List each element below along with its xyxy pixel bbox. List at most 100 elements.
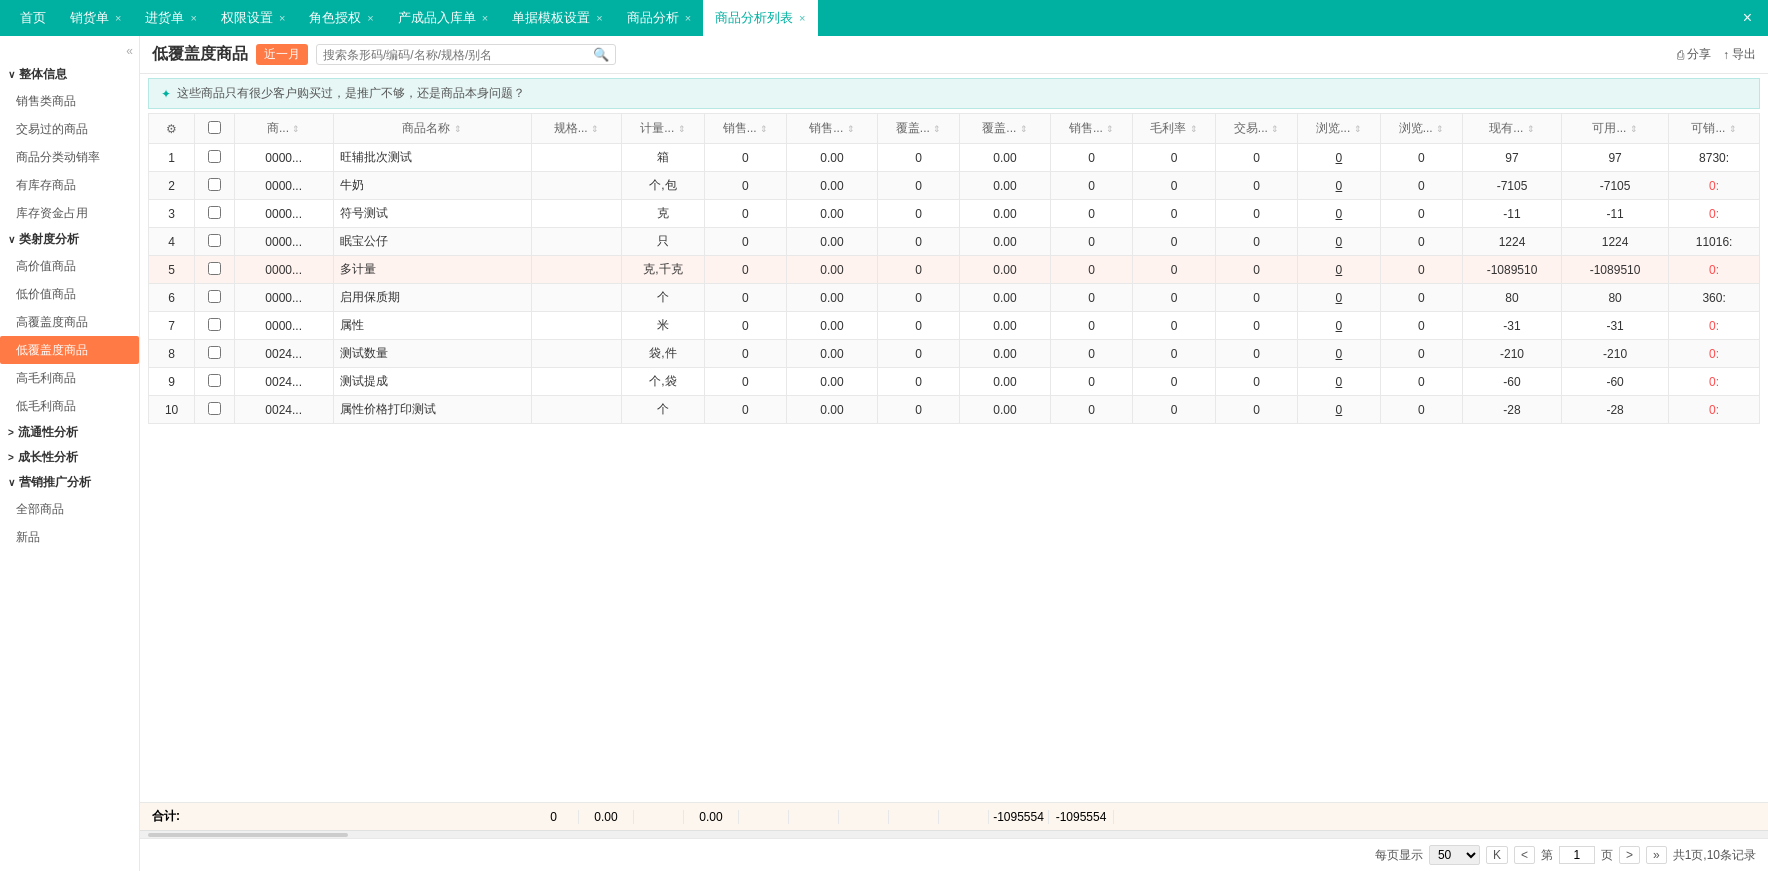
- close-icon[interactable]: ×: [190, 12, 196, 24]
- sidebar-item-high-margin[interactable]: 高毛利商品: [0, 364, 139, 392]
- row-checkbox[interactable]: [195, 256, 235, 284]
- sidebar-item-low-margin[interactable]: 低毛利商品: [0, 392, 139, 420]
- sidebar-item-traded-goods[interactable]: 交易过的商品: [0, 115, 139, 143]
- row-num: 7: [149, 312, 195, 340]
- sidebar-section-circulation[interactable]: > 流通性分析: [0, 420, 139, 445]
- row-checkbox[interactable]: [195, 340, 235, 368]
- code-column-header[interactable]: 商... ⇕: [234, 114, 333, 144]
- total-available: -1095554: [1049, 810, 1114, 824]
- close-icon[interactable]: ×: [279, 12, 285, 24]
- page-size-select[interactable]: 50 100 200: [1429, 845, 1480, 865]
- export-button[interactable]: ↑ 导出: [1723, 46, 1756, 63]
- prev-page-button[interactable]: <: [1514, 846, 1535, 864]
- sidebar-item-low-value[interactable]: 低价值商品: [0, 280, 139, 308]
- sidebar-item-all-goods[interactable]: 全部商品: [0, 495, 139, 523]
- next-page-button[interactable]: >: [1619, 846, 1640, 864]
- sidebar-section-marketing[interactable]: ∨ 营销推广分析: [0, 470, 139, 495]
- sidebar-section-coverage[interactable]: ∨ 类射度分析: [0, 227, 139, 252]
- last-page-button[interactable]: »: [1646, 846, 1667, 864]
- sidebar-item-high-value[interactable]: 高价值商品: [0, 252, 139, 280]
- cov1-column-header[interactable]: 覆盖... ⇕: [877, 114, 959, 144]
- trans-column-header[interactable]: 交易... ⇕: [1215, 114, 1297, 144]
- horizontal-scrollbar[interactable]: [148, 833, 348, 837]
- available-column-header[interactable]: 可用... ⇕: [1561, 114, 1668, 144]
- browse-link[interactable]: 0: [1336, 403, 1343, 417]
- nav-permission-settings[interactable]: 权限设置 ×: [209, 0, 297, 36]
- browse-link[interactable]: 0: [1336, 151, 1343, 165]
- row-checkbox[interactable]: [195, 200, 235, 228]
- sidebar-item-high-coverage[interactable]: 高覆盖度商品: [0, 308, 139, 336]
- row-browse1: 0: [1298, 368, 1380, 396]
- select-all-checkbox[interactable]: [208, 121, 221, 134]
- nav-product-warehouse[interactable]: 产成品入库单 ×: [386, 0, 500, 36]
- row-browse2: 0: [1380, 368, 1462, 396]
- row-checkbox[interactable]: [195, 144, 235, 172]
- sidebar-item-new-goods[interactable]: 新品: [0, 523, 139, 551]
- sales2-column-header[interactable]: 销售... ⇕: [787, 114, 878, 144]
- row-sales3: 0: [1050, 172, 1132, 200]
- sales3-column-header[interactable]: 销售... ⇕: [1050, 114, 1132, 144]
- browse-link[interactable]: 0: [1336, 235, 1343, 249]
- row-margin: 0: [1133, 228, 1215, 256]
- row-checkbox[interactable]: [195, 396, 235, 424]
- row-sales3: 0: [1050, 340, 1132, 368]
- nav-template-settings[interactable]: 单据模板设置 ×: [500, 0, 614, 36]
- browse-link[interactable]: 0: [1336, 179, 1343, 193]
- row-spec: [531, 172, 622, 200]
- page-number-input[interactable]: [1559, 846, 1595, 864]
- sidebar-section-growth[interactable]: > 成长性分析: [0, 445, 139, 470]
- row-checkbox[interactable]: [195, 228, 235, 256]
- spec-column-header[interactable]: 规格... ⇕: [531, 114, 622, 144]
- browse-link[interactable]: 0: [1336, 263, 1343, 277]
- sidebar-item-category-rate[interactable]: 商品分类动销率: [0, 143, 139, 171]
- row-sales2: 0.00: [787, 144, 878, 172]
- close-icon[interactable]: ×: [685, 12, 691, 24]
- nav-home[interactable]: 首页: [8, 0, 58, 36]
- sidebar-collapse-button[interactable]: «: [0, 36, 139, 62]
- browse-link[interactable]: 0: [1336, 375, 1343, 389]
- settings-column-header[interactable]: ⚙: [149, 114, 195, 144]
- sidebar-item-inventory-capital[interactable]: 库存资金占用: [0, 199, 139, 227]
- time-filter-button[interactable]: 近一月: [256, 44, 308, 65]
- browse-link[interactable]: 0: [1336, 319, 1343, 333]
- cov2-column-header[interactable]: 覆盖... ⇕: [960, 114, 1051, 144]
- sidebar-item-in-stock[interactable]: 有库存商品: [0, 171, 139, 199]
- browse-link[interactable]: 0: [1336, 291, 1343, 305]
- sellable-column-header[interactable]: 可销... ⇕: [1669, 114, 1760, 144]
- nav-product-analysis[interactable]: 商品分析 ×: [615, 0, 703, 36]
- row-checkbox[interactable]: [195, 172, 235, 200]
- share-button[interactable]: ⎙ 分享: [1677, 46, 1711, 63]
- checkbox-column-header[interactable]: [195, 114, 235, 144]
- row-checkbox[interactable]: [195, 368, 235, 396]
- row-checkbox[interactable]: [195, 312, 235, 340]
- close-icon[interactable]: ×: [367, 12, 373, 24]
- row-code: 0024...: [234, 368, 333, 396]
- row-browse2: 0: [1380, 312, 1462, 340]
- browse1-column-header[interactable]: 浏览... ⇕: [1298, 114, 1380, 144]
- nav-role-auth[interactable]: 角色授权 ×: [297, 0, 385, 36]
- total-sales1: 0: [529, 810, 579, 824]
- sales1-column-header[interactable]: 销售... ⇕: [704, 114, 786, 144]
- close-icon[interactable]: ×: [799, 12, 805, 24]
- close-icon[interactable]: ×: [482, 12, 488, 24]
- browse2-column-header[interactable]: 浏览... ⇕: [1380, 114, 1462, 144]
- nav-purchase-order[interactable]: 进货单 ×: [133, 0, 208, 36]
- unit-column-header[interactable]: 计量... ⇕: [622, 114, 704, 144]
- nav-product-analysis-list[interactable]: 商品分析列表 ×: [703, 0, 817, 36]
- margin-column-header[interactable]: 毛利率 ⇕: [1133, 114, 1215, 144]
- row-cov1: 0: [877, 312, 959, 340]
- close-icon[interactable]: ×: [596, 12, 602, 24]
- first-page-button[interactable]: K: [1486, 846, 1508, 864]
- nav-sales-order[interactable]: 销货单 ×: [58, 0, 133, 36]
- sidebar-section-overview[interactable]: ∨ 整体信息: [0, 62, 139, 87]
- search-input[interactable]: [323, 48, 589, 62]
- current-column-header[interactable]: 现有... ⇕: [1463, 114, 1562, 144]
- browse-link[interactable]: 0: [1336, 207, 1343, 221]
- browse-link[interactable]: 0: [1336, 347, 1343, 361]
- row-checkbox[interactable]: [195, 284, 235, 312]
- close-all-button[interactable]: ×: [1735, 9, 1760, 27]
- sidebar-item-low-coverage[interactable]: 低覆盖度商品: [0, 336, 139, 364]
- sidebar-item-sales-goods[interactable]: 销售类商品: [0, 87, 139, 115]
- name-column-header[interactable]: 商品名称 ⇕: [333, 114, 531, 144]
- close-icon[interactable]: ×: [115, 12, 121, 24]
